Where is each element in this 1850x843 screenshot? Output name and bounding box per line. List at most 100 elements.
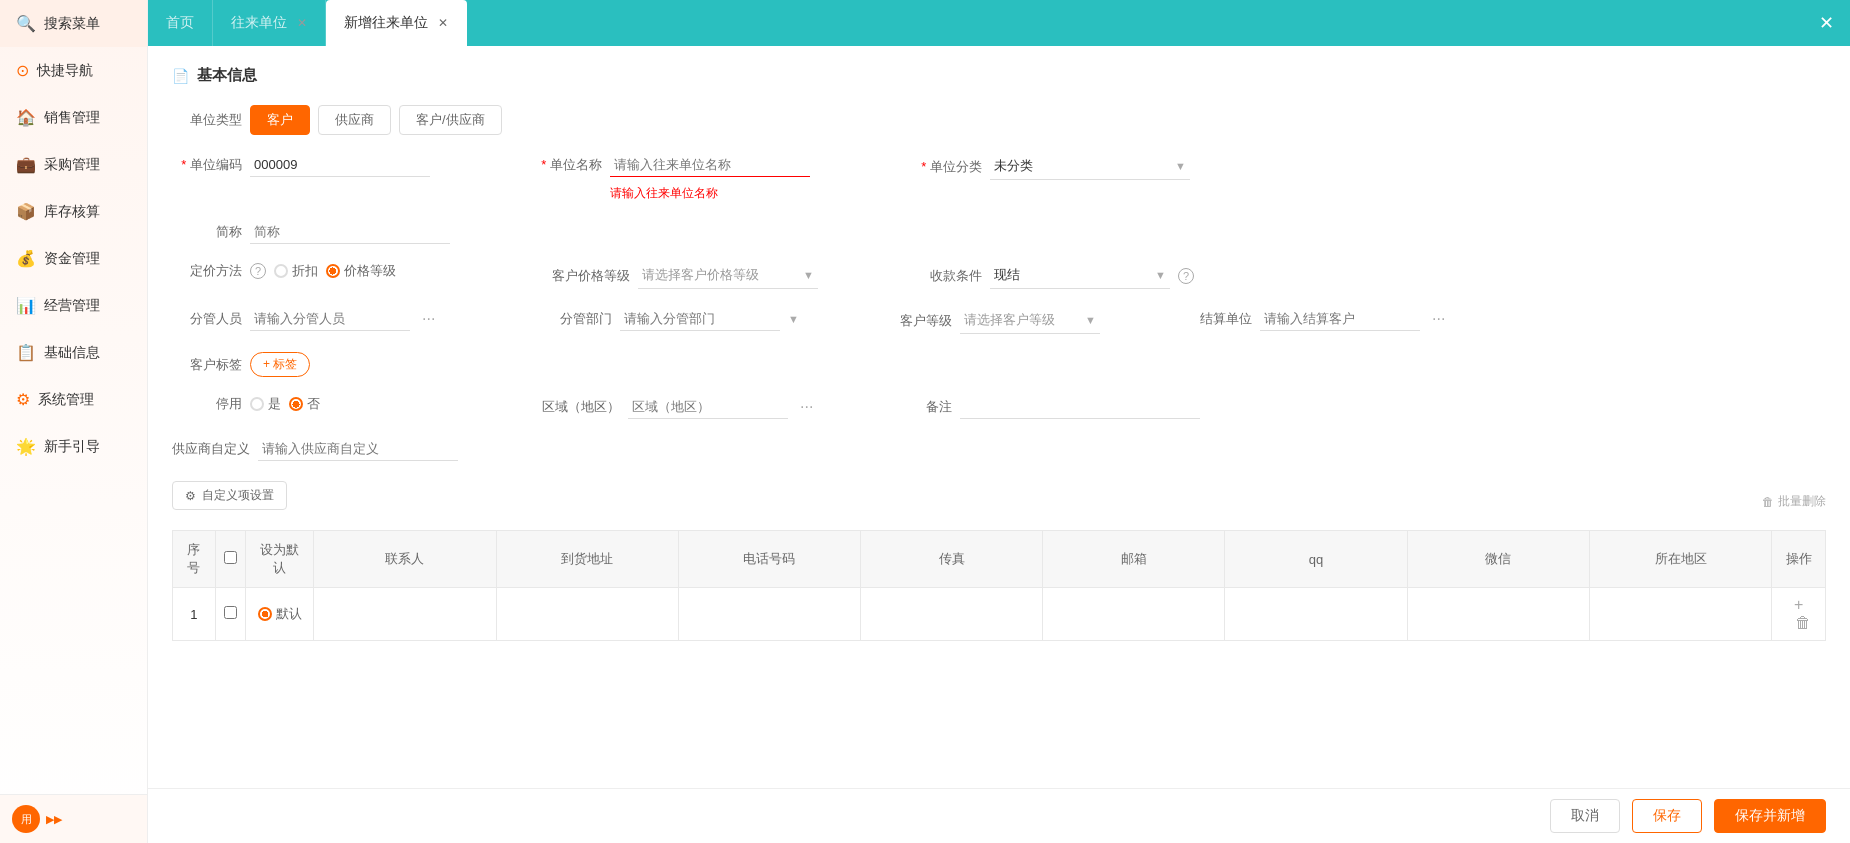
sidebar-item-label: 基础信息 (44, 344, 100, 362)
btn-customer[interactable]: 客户 (250, 105, 310, 135)
pricing-help-icon[interactable]: ? (250, 263, 266, 279)
select-all-checkbox[interactable] (224, 551, 237, 564)
fax-input[interactable] (877, 607, 1026, 622)
payment-help-icon[interactable]: ? (1178, 268, 1194, 284)
row-qq[interactable] (1225, 588, 1407, 641)
save-button[interactable]: 保存 (1632, 799, 1702, 833)
disabled-no-radio[interactable]: 否 (289, 395, 320, 413)
finance-icon: 💰 (16, 249, 36, 268)
tab-new-partner-close[interactable]: ✕ (438, 16, 448, 30)
row-contact[interactable] (314, 588, 496, 641)
unit-category-select[interactable]: 未分类 ▼ (990, 153, 1190, 180)
sidebar-item-inventory[interactable]: 📦 库存核算 (0, 188, 147, 235)
row-address[interactable] (496, 588, 678, 641)
sidebar-item-system[interactable]: ⚙ 系统管理 (0, 376, 147, 423)
unit-code-input[interactable] (250, 153, 430, 177)
pricing-level-radio[interactable]: 价格等级 (326, 262, 396, 280)
manager-input[interactable] (250, 307, 410, 331)
cancel-button[interactable]: 取消 (1550, 799, 1620, 833)
disabled-no-circle (289, 397, 303, 411)
batch-delete-label: 批量删除 (1778, 493, 1826, 510)
row-default-radio[interactable]: 默认 (254, 605, 306, 623)
batch-delete-button[interactable]: 🗑 批量删除 (1762, 493, 1826, 510)
customer-level-select[interactable]: 请选择客户等级 ▼ (960, 307, 1100, 334)
row-phone[interactable] (678, 588, 860, 641)
wechat-input[interactable] (1424, 607, 1573, 622)
customer-level-label: 客户等级 (882, 312, 952, 330)
qq-input[interactable] (1242, 607, 1391, 622)
manager-row: 分管人员 ··· 分管部门 ▼ 客户等级 请选择客户等级 ▼ 结算单位 ··· (172, 307, 1826, 334)
tab-partner-close[interactable]: ✕ (297, 16, 307, 30)
customer-price-select[interactable]: 请选择客户价格等级 ▼ (638, 262, 818, 289)
pricing-discount-radio[interactable]: 折扣 (274, 262, 318, 280)
btn-both[interactable]: 客户/供应商 (399, 105, 502, 135)
gear-icon: ⚙ (185, 489, 196, 503)
settlement-dots-button[interactable]: ··· (1428, 310, 1449, 328)
sidebar-item-label: 销售管理 (44, 109, 100, 127)
region-dots-button[interactable]: ··· (796, 398, 817, 416)
tab-bar-close-button[interactable]: ✕ (1803, 12, 1850, 34)
payment-label: 收款条件 (912, 267, 982, 285)
unit-name-input[interactable] (610, 153, 810, 177)
chevron-down-icon4: ▼ (1085, 314, 1096, 326)
region-group: 区域（地区） ··· (542, 395, 882, 419)
sidebar-item-newbie[interactable]: 🌟 新手引导 (0, 423, 147, 470)
supplier-custom-input[interactable] (258, 437, 458, 461)
address-input[interactable] (513, 607, 662, 622)
row-email[interactable] (1043, 588, 1225, 641)
manager-dots-button[interactable]: ··· (418, 310, 439, 328)
alias-input[interactable] (250, 220, 450, 244)
sidebar-item-sales[interactable]: 🏠 销售管理 (0, 94, 147, 141)
sidebar-item-finance[interactable]: 💰 资金管理 (0, 235, 147, 282)
manager-group: 分管人员 ··· (172, 307, 542, 331)
email-input[interactable] (1060, 607, 1209, 622)
row-wechat[interactable] (1407, 588, 1589, 641)
sidebar-item-label: 新手引导 (44, 438, 100, 456)
row-select-checkbox[interactable] (224, 606, 237, 619)
tab-home[interactable]: 首页 (148, 0, 213, 46)
unit-name-label: 单位名称 (532, 156, 602, 174)
col-default: 设为默认 (245, 531, 314, 588)
region-table-input[interactable] (1606, 607, 1755, 622)
col-seq: 序号 (173, 531, 216, 588)
price-level-radio-circle (326, 264, 340, 278)
sidebar-item-basic[interactable]: 📋 基础信息 (0, 329, 147, 376)
sidebar-item-label: 采购管理 (44, 156, 100, 174)
dept-input[interactable] (620, 307, 780, 331)
sidebar-item-quicknav[interactable]: ⊙ 快捷导航 (0, 47, 147, 94)
sidebar-item-label: 系统管理 (38, 391, 94, 409)
btn-supplier[interactable]: 供应商 (318, 105, 391, 135)
avatar: 用 (12, 805, 40, 833)
row-fax[interactable] (861, 588, 1043, 641)
sidebar-item-operations[interactable]: 📊 经营管理 (0, 282, 147, 329)
disabled-label: 停用 (172, 395, 242, 413)
save-new-button[interactable]: 保存并新增 (1714, 799, 1826, 833)
settlement-input[interactable] (1260, 307, 1420, 331)
disabled-row: 停用 是 否 区域（地区） ··· 备注 (172, 395, 1826, 419)
add-tag-button[interactable]: + 标签 (250, 352, 310, 377)
unit-code-group: 单位编码 (172, 153, 532, 177)
sidebar-item-search[interactable]: 🔍 搜索菜单 (0, 0, 147, 47)
discount-label: 折扣 (292, 262, 318, 280)
section-title: 基本信息 (197, 66, 257, 85)
chevron-down-icon: ▼ (1175, 160, 1186, 172)
basic-icon: 📋 (16, 343, 36, 362)
pricing-group: 定价方法 ? 折扣 价格等级 (172, 262, 552, 280)
tab-home-label: 首页 (166, 14, 194, 32)
payment-select[interactable]: 现结 ▼ (990, 262, 1170, 289)
row-checkbox[interactable] (215, 588, 245, 641)
tab-partner[interactable]: 往来单位 ✕ (213, 0, 326, 46)
alias-label: 简称 (172, 223, 242, 241)
row-delete-button[interactable]: 🗑 (1795, 614, 1811, 631)
disabled-yes-radio[interactable]: 是 (250, 395, 281, 413)
contact-input[interactable] (331, 607, 480, 622)
tab-new-partner[interactable]: 新增往来单位 ✕ (326, 0, 467, 46)
sidebar-item-purchase[interactable]: 💼 采购管理 (0, 141, 147, 188)
phone-input[interactable] (695, 607, 844, 622)
row-region[interactable] (1589, 588, 1771, 641)
custom-settings-button[interactable]: ⚙ 自定义项设置 (172, 481, 287, 510)
customer-price-placeholder: 请选择客户价格等级 (642, 266, 799, 284)
remark-input[interactable] (960, 395, 1200, 419)
region-input[interactable] (628, 395, 788, 419)
row-add-button[interactable]: + (1794, 596, 1803, 613)
